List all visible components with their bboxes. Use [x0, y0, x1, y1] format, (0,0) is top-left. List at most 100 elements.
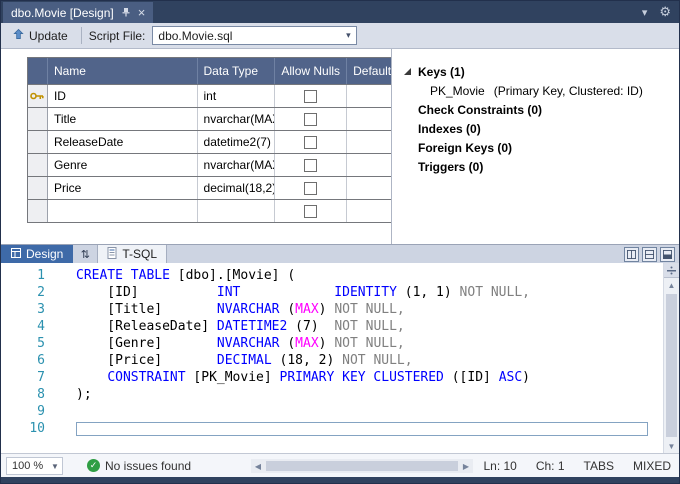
- document-tabstrip: dbo.Movie [Design] × ▾ ⚙: [1, 1, 679, 23]
- table-row[interactable]: IDint: [28, 84, 391, 107]
- default-cell[interactable]: [347, 108, 391, 130]
- row-header[interactable]: [28, 108, 48, 130]
- editor-vertical-scrollbar[interactable]: ▲ ▼: [663, 263, 679, 453]
- expander-icon[interactable]: [403, 67, 412, 76]
- swap-panes-icon[interactable]: ⇅: [73, 245, 97, 263]
- tree-section[interactable]: Indexes (0): [403, 119, 675, 138]
- column-name-cell[interactable]: Price: [48, 177, 198, 199]
- designer-toolbar: Update Script File: dbo.Movie.sql ▾: [1, 23, 679, 49]
- column-name-cell[interactable]: Title: [48, 108, 198, 130]
- column-name-cell[interactable]: ReleaseDate: [48, 131, 198, 153]
- data-type-cell[interactable]: [198, 200, 276, 222]
- table-row[interactable]: ReleaseDatedatetime2(7): [28, 130, 391, 153]
- allow-nulls-checkbox[interactable]: [304, 136, 317, 149]
- code-line[interactable]: [ID] INT IDENTITY (1, 1) NOT NULL,: [76, 284, 661, 301]
- row-header[interactable]: [28, 131, 48, 153]
- maximize-pane-icon[interactable]: [660, 247, 675, 262]
- table-row[interactable]: [28, 199, 391, 222]
- zoom-selector[interactable]: 100 % ▼: [6, 457, 63, 475]
- column-name-cell[interactable]: Genre: [48, 154, 198, 176]
- allow-nulls-checkbox[interactable]: [304, 113, 317, 126]
- scroll-right-icon[interactable]: ▶: [459, 462, 473, 471]
- code-line[interactable]: );: [76, 386, 661, 403]
- code-line[interactable]: CONSTRAINT [PK_Movie] PRIMARY KEY CLUSTE…: [76, 369, 661, 386]
- pin-icon[interactable]: [121, 6, 131, 20]
- data-type-cell[interactable]: nvarchar(MAX): [198, 154, 276, 176]
- allow-nulls-checkbox[interactable]: [304, 90, 317, 103]
- code-line[interactable]: [Genre] NVARCHAR (MAX) NOT NULL,: [76, 335, 661, 352]
- default-cell[interactable]: [347, 177, 391, 199]
- column-name-cell[interactable]: ID: [48, 85, 198, 107]
- close-icon[interactable]: ×: [138, 6, 146, 19]
- allow-nulls-cell[interactable]: [275, 177, 347, 199]
- code-area[interactable]: CREATE TABLE [dbo].[Movie] ( [ID] INT ID…: [76, 267, 661, 437]
- allow-nulls-checkbox[interactable]: [304, 205, 317, 218]
- horizontal-scrollbar-thumb[interactable]: [266, 461, 458, 471]
- chevron-down-icon[interactable]: ▾: [642, 6, 648, 19]
- code-line[interactable]: CREATE TABLE [dbo].[Movie] (: [76, 267, 661, 284]
- line-ending-indicator[interactable]: MIXED: [633, 459, 671, 473]
- document-tab[interactable]: dbo.Movie [Design] ×: [3, 2, 153, 23]
- update-button[interactable]: Update: [7, 26, 74, 45]
- tree-section[interactable]: Triggers (0): [403, 157, 675, 176]
- default-cell[interactable]: [347, 85, 391, 107]
- zoom-dropdown-icon[interactable]: ▼: [48, 462, 62, 471]
- allow-nulls-cell[interactable]: [275, 154, 347, 176]
- default-cell[interactable]: [347, 154, 391, 176]
- tab-design[interactable]: Design: [1, 245, 73, 263]
- combobox-arrow-icon[interactable]: ▾: [340, 30, 356, 41]
- code-line[interactable]: [76, 420, 661, 437]
- line-number: 8: [1, 386, 45, 403]
- row-header[interactable]: [28, 200, 48, 222]
- data-type-cell[interactable]: int: [198, 85, 276, 107]
- allow-nulls-cell[interactable]: [275, 200, 347, 222]
- row-header[interactable]: [28, 154, 48, 176]
- table-row[interactable]: Pricedecimal(18,2): [28, 176, 391, 199]
- tab-tsql[interactable]: T-SQL: [97, 245, 167, 263]
- split-vertical-icon[interactable]: [624, 247, 639, 262]
- line-number: 9: [1, 403, 45, 420]
- editor-splitter-grip[interactable]: [664, 263, 679, 278]
- scroll-down-icon[interactable]: ▼: [664, 439, 679, 453]
- active-edit-field[interactable]: [76, 422, 648, 436]
- table-row[interactable]: Titlenvarchar(MAX): [28, 107, 391, 130]
- allow-nulls-checkbox[interactable]: [304, 182, 317, 195]
- tabs-indicator[interactable]: TABS: [584, 459, 614, 473]
- pane-splitter[interactable]: [391, 49, 392, 244]
- tree-section[interactable]: Keys (1): [403, 62, 675, 81]
- table-row[interactable]: Genrenvarchar(MAX): [28, 153, 391, 176]
- gear-icon[interactable]: ⚙: [659, 4, 671, 20]
- data-type-cell[interactable]: decimal(18,2): [198, 177, 276, 199]
- data-type-cell[interactable]: nvarchar(MAX): [198, 108, 276, 130]
- code-line[interactable]: [Title] NVARCHAR (MAX) NOT NULL,: [76, 301, 661, 318]
- script-file-combobox[interactable]: dbo.Movie.sql ▾: [152, 26, 357, 45]
- tree-section[interactable]: Check Constraints (0): [403, 100, 675, 119]
- default-cell[interactable]: [347, 131, 391, 153]
- default-cell[interactable]: [347, 200, 391, 222]
- scroll-left-icon[interactable]: ◀: [251, 462, 265, 471]
- allow-nulls-cell[interactable]: [275, 131, 347, 153]
- tree-section[interactable]: Foreign Keys (0): [403, 138, 675, 157]
- tsql-editor[interactable]: 12345678910 CREATE TABLE [dbo].[Movie] (…: [1, 263, 679, 453]
- allow-nulls-cell[interactable]: [275, 108, 347, 130]
- grid-header-allow-nulls[interactable]: Allow Nulls: [275, 58, 347, 84]
- code-line[interactable]: [Price] DECIMAL (18, 2) NOT NULL,: [76, 352, 661, 369]
- allow-nulls-cell[interactable]: [275, 85, 347, 107]
- line-number: 7: [1, 369, 45, 386]
- row-header[interactable]: [28, 177, 48, 199]
- grid-header-name[interactable]: Name: [48, 58, 198, 84]
- code-line[interactable]: [ReleaseDate] DATETIME2 (7) NOT NULL,: [76, 318, 661, 335]
- row-header[interactable]: [28, 85, 48, 107]
- data-type-cell[interactable]: datetime2(7): [198, 131, 276, 153]
- scroll-up-icon[interactable]: ▲: [664, 278, 679, 292]
- allow-nulls-checkbox[interactable]: [304, 159, 317, 172]
- code-line[interactable]: [76, 403, 661, 420]
- split-horizontal-icon[interactable]: [642, 247, 657, 262]
- grid-header-data-type[interactable]: Data Type: [198, 58, 276, 84]
- grid-corner-header[interactable]: [28, 58, 48, 84]
- tree-child-item[interactable]: PK_Movie(Primary Key, Clustered: ID): [403, 81, 675, 100]
- grid-header-default[interactable]: Default: [347, 58, 391, 84]
- column-name-cell[interactable]: [48, 200, 198, 222]
- scrollbar-thumb[interactable]: [666, 294, 677, 437]
- editor-horizontal-scrollbar[interactable]: ◀ ▶: [251, 459, 473, 473]
